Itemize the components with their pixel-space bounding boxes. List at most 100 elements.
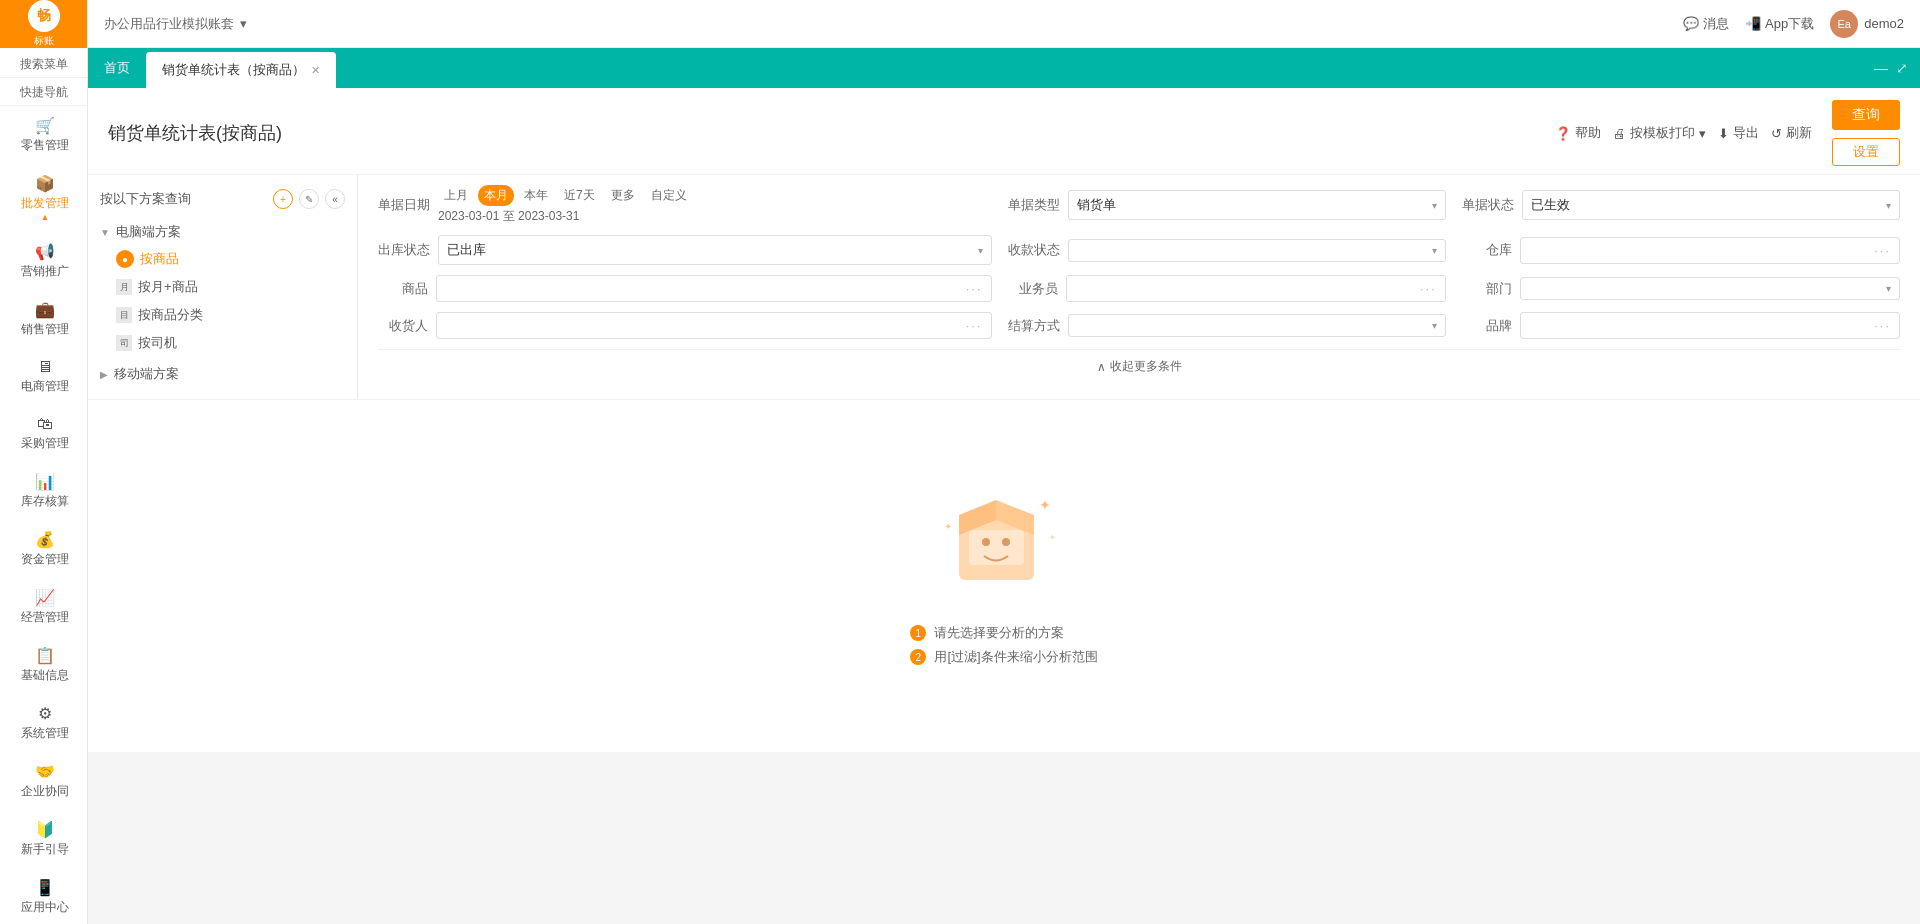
tab-close-icon[interactable]: ✕ — [311, 64, 320, 77]
help-button[interactable]: ❓ 帮助 — [1555, 124, 1601, 142]
sidebar-item-system[interactable]: ⚙ 系统管理 — [0, 694, 87, 752]
enterprise-icon: 🤝 — [35, 762, 55, 781]
sidebar-item-purchase[interactable]: 🛍 采购管理 — [0, 405, 87, 462]
brand-dots: ··· — [1874, 318, 1891, 333]
search-menu[interactable]: 搜索菜单 — [0, 48, 87, 78]
warehouse-control[interactable]: ··· — [1520, 237, 1900, 264]
maximize-button[interactable]: ⤢ — [1896, 60, 1908, 76]
export-icon: ⬇ — [1718, 126, 1729, 141]
sidebar-item-enterprise[interactable]: 🤝 企业协同 — [0, 752, 87, 810]
filter-sidebar-title: 按以下方案查询 — [100, 190, 191, 208]
mobile-plan-arrow: ▶ — [100, 369, 108, 380]
department-label: 部门 — [1462, 280, 1512, 298]
content: 销货单统计表(按商品) ❓ 帮助 🖨 按模板打印 ▾ ⬇ 导出 — [88, 88, 1920, 924]
sidebar-item-operation[interactable]: 📈 经营管理 — [0, 578, 87, 636]
sidebar-item-basic[interactable]: 📋 基础信息 — [0, 636, 87, 694]
sidebar-item-appcenter[interactable]: 📱 应用中心 — [0, 868, 87, 924]
receiver-label: 收货人 — [378, 317, 428, 335]
payment-control[interactable]: ▾ — [1068, 314, 1446, 337]
edit-plan-button[interactable]: ✎ — [299, 189, 319, 209]
dropdown-icon[interactable]: ▾ — [240, 16, 247, 31]
sidebar-item-marketing[interactable]: 📢 营销推广 — [0, 232, 87, 290]
product-control[interactable]: ··· — [436, 275, 992, 302]
date-tabs: 上月 本月 本年 近7天 更多 自定义 — [438, 185, 984, 206]
date-tab-custom[interactable]: 自定义 — [645, 185, 693, 206]
outstatus-label: 出库状态 — [378, 241, 430, 259]
plan-item-by-product[interactable]: ● 按商品 — [88, 245, 357, 273]
app-download-action[interactable]: 📲 App下载 — [1745, 15, 1814, 33]
filter-product-field: 商品 ··· — [378, 275, 992, 302]
plan-item-by-month-product[interactable]: 月 按月+商品 — [88, 273, 357, 301]
download-icon: 📲 — [1745, 16, 1761, 31]
department-control[interactable]: ▾ — [1520, 277, 1900, 300]
sidebar-item-finance[interactable]: 💰 资金管理 — [0, 520, 87, 578]
filter-doctype-field: 单据类型 销货单 ▾ — [1008, 190, 1446, 220]
refresh-button[interactable]: ↺ 刷新 — [1771, 124, 1812, 142]
brand-control[interactable]: ··· — [1520, 312, 1900, 339]
quick-nav[interactable]: 快捷导航 — [0, 78, 87, 106]
print-button[interactable]: 🖨 按模板打印 ▾ — [1613, 124, 1706, 142]
salesperson-control[interactable]: ··· — [1066, 275, 1446, 302]
receiver-control[interactable]: ··· — [436, 312, 992, 339]
user-action[interactable]: Ea demo2 — [1830, 10, 1904, 38]
topbar: 办公用品行业模拟账套 ▾ 💬 消息 📲 App下载 Ea demo2 — [88, 0, 1920, 48]
date-tab-more[interactable]: 更多 — [605, 185, 641, 206]
message-action[interactable]: 💬 消息 — [1683, 15, 1729, 33]
export-button[interactable]: ⬇ 导出 — [1718, 124, 1759, 142]
tab-home[interactable]: 首页 — [88, 48, 146, 88]
setting-button[interactable]: 设置 — [1832, 138, 1900, 166]
doctype-control[interactable]: 销货单 ▾ — [1068, 190, 1446, 220]
date-tab-this-month[interactable]: 本月 — [478, 185, 514, 206]
sidebar-item-wholesale[interactable]: 📦 批发管理 ▲ — [0, 164, 87, 232]
tabbar: 首页 销货单统计表（按商品） ✕ — ⤢ — [88, 48, 1920, 88]
doctype-value: 销货单 — [1077, 196, 1116, 214]
inventory-icon: 📊 — [35, 472, 55, 491]
plan-item-by-category[interactable]: 目 按商品分类 — [88, 301, 357, 329]
empty-step-2: 2 用[过滤]条件来缩小分析范围 — [910, 648, 1097, 666]
date-tab-last-month[interactable]: 上月 — [438, 185, 474, 206]
plan-item-by-cashier[interactable]: 司 按司机 — [88, 329, 357, 357]
date-tab-7days[interactable]: 近7天 — [558, 185, 601, 206]
filter-warehouse-field: 仓库 ··· — [1462, 237, 1900, 264]
salesperson-dots: ··· — [1420, 281, 1437, 296]
receiptstatus-control[interactable]: ▾ — [1068, 239, 1446, 262]
finance-icon: 💰 — [35, 530, 55, 549]
plan-icon-month: 月 — [116, 279, 132, 295]
sidebar-item-sales[interactable]: 💼 销售管理 — [0, 290, 87, 348]
collapse-bar[interactable]: ∧ 收起更多条件 — [378, 349, 1900, 383]
sidebar: 畅 标账 搜索菜单 快捷导航 🛒 零售管理 📦 批发管理 ▲ 📢 营销推广 💼 … — [0, 0, 88, 924]
pc-plan-header[interactable]: ▼ 电脑端方案 — [88, 219, 357, 245]
empty-state: ✦ ✦ ✦ 1 请先选择要分析的方案 2 用[过滤]条件来缩小分析范围 — [88, 400, 1920, 752]
add-plan-button[interactable]: + — [273, 189, 293, 209]
date-tab-this-year[interactable]: 本年 — [518, 185, 554, 206]
docstatus-control[interactable]: 已生效 ▾ — [1522, 190, 1900, 220]
empty-illustration: ✦ ✦ ✦ — [934, 480, 1074, 600]
svg-point-5 — [1002, 538, 1010, 546]
topbar-actions: 💬 消息 📲 App下载 Ea demo2 — [1683, 10, 1904, 38]
outstatus-control[interactable]: 已出库 ▾ — [438, 235, 992, 265]
sidebar-item-newbie[interactable]: 🔰 新手引导 — [0, 810, 87, 868]
filter-receiptstatus-field: 收款状态 ▾ — [1008, 239, 1446, 262]
basic-icon: 📋 — [35, 646, 55, 665]
product-dots: ··· — [966, 281, 983, 296]
sidebar-item-inventory[interactable]: 📊 库存核算 — [0, 462, 87, 520]
collapse-sidebar-button[interactable]: « — [325, 189, 345, 209]
plan-dot: ● — [116, 250, 134, 268]
sidebar-item-retail[interactable]: 🛒 零售管理 — [0, 106, 87, 164]
minimize-button[interactable]: — — [1874, 60, 1888, 76]
outstatus-value: 已出库 — [447, 241, 486, 259]
tab-report[interactable]: 销货单统计表（按商品） ✕ — [146, 52, 336, 88]
query-button[interactable]: 查询 — [1832, 100, 1900, 130]
sidebar-item-ecommerce[interactable]: 🖥 电商管理 — [0, 348, 87, 405]
filter-sidebar-header: 按以下方案查询 + ✎ « — [88, 183, 357, 215]
app-logo[interactable]: 畅 标账 — [0, 0, 87, 48]
mobile-plan-header[interactable]: ▶ 移动端方案 — [88, 361, 357, 387]
page-header: 销货单统计表(按商品) ❓ 帮助 🖨 按模板打印 ▾ ⬇ 导出 — [88, 88, 1920, 175]
payment-label: 结算方式 — [1008, 317, 1060, 335]
doctype-label: 单据类型 — [1008, 196, 1060, 214]
doctype-arrow: ▾ — [1432, 200, 1437, 211]
logo-icon: 畅 — [28, 0, 60, 32]
print-dropdown-icon[interactable]: ▾ — [1699, 126, 1706, 141]
svg-text:✦: ✦ — [944, 521, 952, 532]
date-range: 2023-03-01 至 2023-03-31 — [438, 208, 992, 225]
